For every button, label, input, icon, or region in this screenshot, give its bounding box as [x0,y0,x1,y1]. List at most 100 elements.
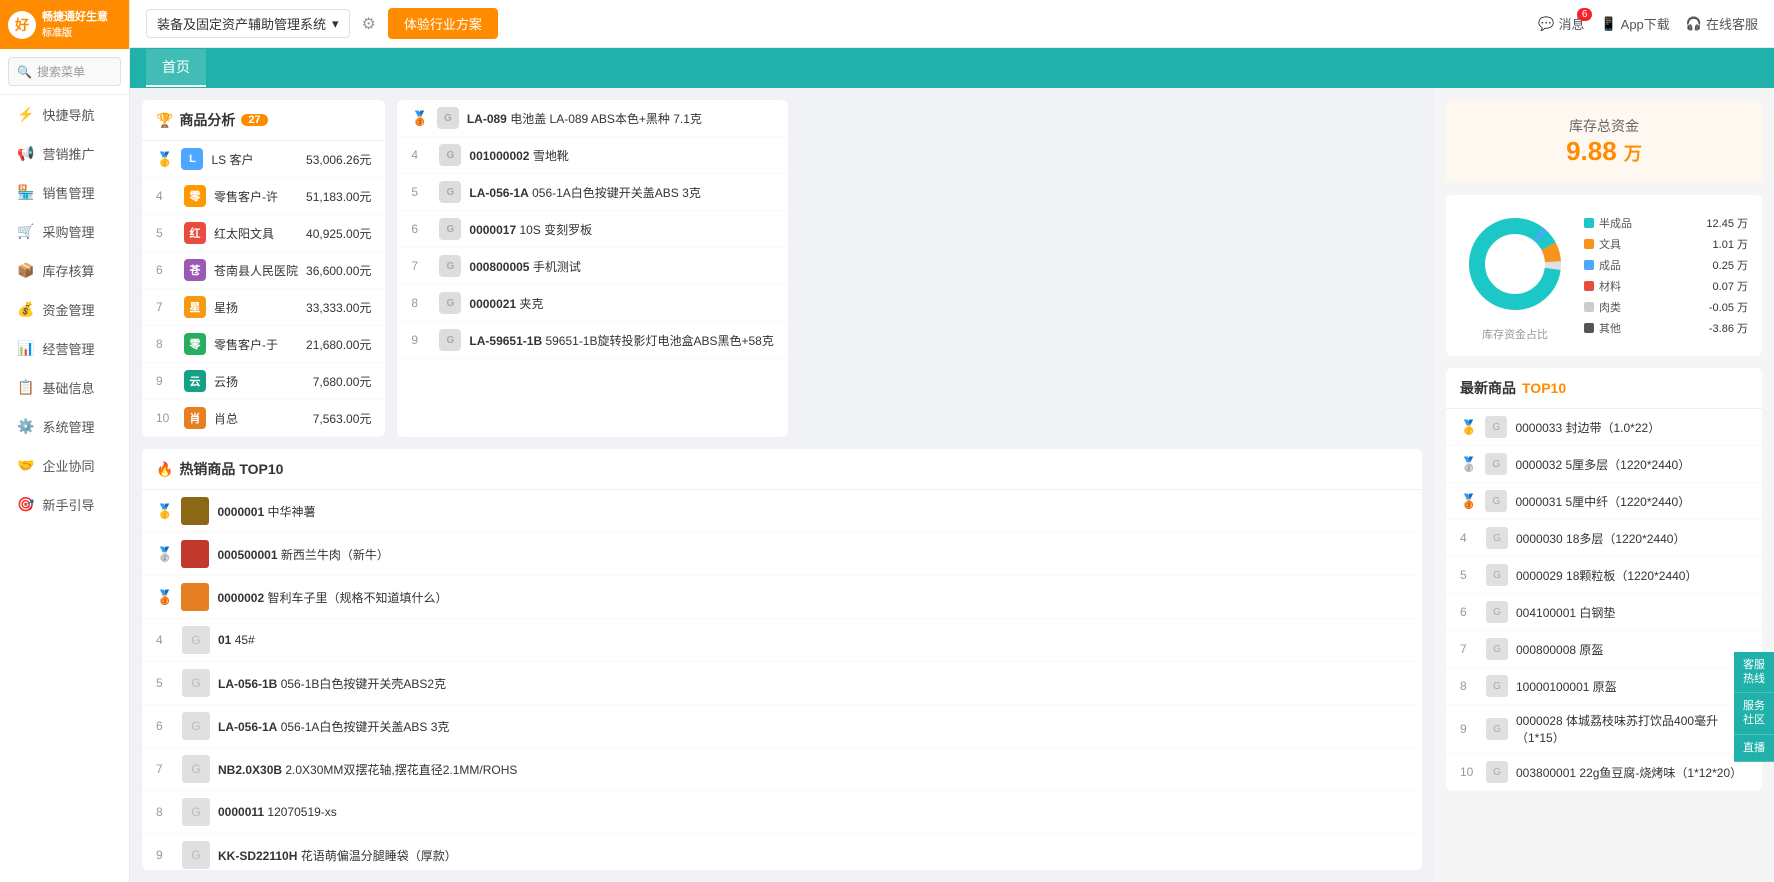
rank-number: 6 [411,222,431,236]
customer-ranking-title: 🏆 商品分析 27 [142,100,385,141]
customer-amount: 7,563.00元 [313,410,372,427]
logo-badge: 标准版 [42,24,108,39]
customer-amount: 33,333.00元 [306,299,371,316]
customer-amount: 40,925.00元 [306,225,371,242]
product-icon: G [1486,675,1508,697]
online-service[interactable]: 🎧 在线客服 [1686,14,1758,33]
customer-name: 云扬 [214,373,305,390]
settings-icon[interactable]: ⚙ [362,14,376,34]
sidebar-item-operation[interactable]: 📊经营管理 [0,329,129,368]
table-row: 6 苍 苍南县人民医院 36,600.00元 [142,252,385,289]
sidebar-icon-operation: 📊 [17,340,34,357]
sidebar-item-shortcuts[interactable]: ⚡ 快捷导航 [0,95,129,134]
inventory-total-value: 9.88 万 [1462,136,1746,167]
product-info: 0000011 12070519-xs [218,805,1408,819]
table-row: 5 G LA-056-1A 056-1A白色按键开关盖ABS 3克 [397,174,787,211]
sidebar-label-guide: 新手引导 [42,495,94,514]
search-menu-button[interactable]: 🔍 搜索菜单 [8,57,121,86]
customer-name: 肖总 [214,410,305,427]
legend-name: 文具 [1599,236,1708,252]
sidebar-icon-basic: 📋 [17,379,34,396]
legend-name: 肉类 [1599,299,1704,315]
message-badge[interactable]: 💬 消息 6 [1538,14,1584,33]
inventory-total-label: 库存总资金 [1462,116,1746,136]
legend-name: 成品 [1599,257,1708,273]
sidebar: 好 畅捷通好生意 标准版 🔍 搜索菜单 ⚡快捷导航📢营销推广🏪销售管理🛒采购管理… [0,0,130,882]
customer-name: 红太阳文具 [214,225,298,242]
rank-number: 6 [156,719,174,733]
sidebar-label-marketing: 营销推广 [42,144,94,163]
rank-number: 8 [1460,679,1478,693]
list-item: 8 G 0000011 12070519-xs [142,791,1422,834]
rank-number: 9 [411,333,431,347]
legend-value: -3.86 万 [1709,320,1748,336]
product-icon: G [1486,718,1508,740]
rank-number: 9 [156,374,176,388]
sidebar-item-inventory[interactable]: 📦库存核算 [0,251,129,290]
mobile-icon: 📱 [1600,16,1616,32]
legend-item: 材料 0.07 万 [1584,278,1748,294]
rank-number: 10 [156,411,176,425]
customer-amount: 51,183.00元 [306,188,371,205]
sidebar-icon-marketing: 📢 [17,145,34,162]
sidebar-item-finance[interactable]: 💰资金管理 [0,290,129,329]
sidebar-item-basic[interactable]: 📋 基础信息 [0,368,129,407]
product-info: 000500001 新西兰牛肉（新牛） [217,546,1408,563]
product-avatar: G [439,181,461,203]
sidebar-item-collab[interactable]: 🤝企业协同 [0,446,129,485]
product-image [181,497,209,525]
product-info: 01 45# [218,633,1408,647]
sidebar-item-guide[interactable]: 🎯新手引导 [0,485,129,524]
list-item: 7 G NB2.0X30B 2.0X30MM双摆花轴,摆花直径2.1MM/ROH… [142,748,1422,791]
direct[interactable]: 直播 [1734,735,1774,762]
cs-hotline[interactable]: 客服 热线 [1734,652,1774,694]
medal-icon: 🥈 [1460,456,1477,473]
legend-item: 文具 1.01 万 [1584,236,1748,252]
avatar: 苍 [184,259,206,281]
medal-icon: 🥇 [1460,419,1477,436]
sidebar-label-purchase: 采购管理 [42,222,94,241]
product-info: 0000031 5厘中纤（1220*2440） [1515,493,1748,510]
table-row: 9 G LA-59651-1B 59651-1B旋转投影灯电池盒ABS黑色+58… [397,322,787,359]
system-name: 装备及固定资产辅助管理系统 [157,14,326,33]
list-item: 🥈 000500001 新西兰牛肉（新牛） [142,533,1422,576]
tab-home[interactable]: 首页 [146,49,206,87]
product-image: G [182,841,210,869]
list-item: 🥉 G 0000031 5厘中纤（1220*2440） [1446,483,1762,520]
product-info: 0000002 智利车子里（规格不知道填什么） [217,589,1408,606]
sidebar-label-shortcuts: 快捷导航 [42,105,94,124]
product-info: KK-SD22110H 花语萌偏温分腿睡袋（厚款） [218,847,1408,864]
list-item: 8 G 10000100001 原盔 [1446,668,1762,705]
sidebar-item-purchase[interactable]: 🛒采购管理 [0,212,129,251]
medal-icon: 🥈 [156,546,173,563]
avatar: L [181,148,203,170]
rank-number: 5 [1460,568,1478,582]
list-item: 4 G 0000030 18多层（1220*2440） [1446,520,1762,557]
avatar: 肖 [184,407,206,429]
product-avatar: G [439,144,461,166]
sidebar-item-marketing[interactable]: 📢 营销推广 [0,134,129,173]
donut-chart [1460,209,1570,322]
app-download[interactable]: 📱 App下载 [1600,14,1669,33]
right-panel: 库存总资金 9.88 万 [1434,88,1774,882]
legend-color [1584,239,1594,249]
trial-button[interactable]: 体验行业方案 [388,8,498,39]
rank-number: 10 [1460,765,1478,779]
service-community[interactable]: 服务 社区 [1734,693,1774,735]
system-selector[interactable]: 装备及固定资产辅助管理系统 ▾ [146,9,350,38]
table-row: 🥇 L LS 客户 53,006.26元 [142,141,385,178]
medal-icon: 🥇 [156,503,173,520]
product-icon: G [1485,416,1507,438]
customer-name: 零售客户-许 [214,188,298,205]
sidebar-item-system[interactable]: ⚙️系统管理 [0,407,129,446]
customer-ranking-panel: 🏆 商品分析 27 🥇 L LS 客户 53,006.26元 4 零 零售客户-… [142,100,385,437]
legend-color [1584,323,1594,333]
sidebar-item-sales[interactable]: 🏪销售管理 [0,173,129,212]
sidebar-label-basic: 基础信息 [42,378,94,397]
customer-name: 星扬 [214,299,298,316]
sidebar-icon-shortcuts: ⚡ [17,106,34,123]
list-item: 9 G 0000028 体城荔枝味苏打饮品400毫升（1*15） [1446,705,1762,754]
rank-number: 6 [156,263,176,277]
avatar: 零 [184,333,206,355]
list-item: 🥇 0000001 中华神薯 [142,490,1422,533]
